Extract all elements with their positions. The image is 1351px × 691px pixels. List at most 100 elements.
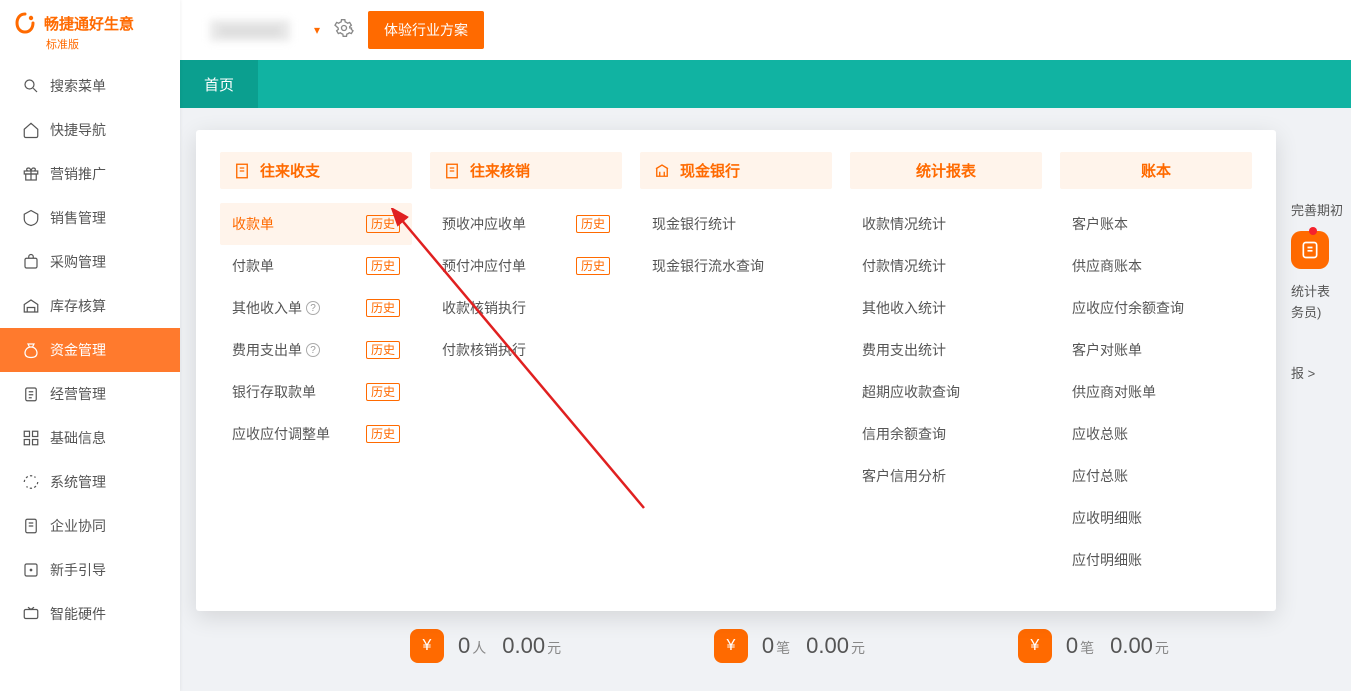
mm-item[interactable]: 其他收入统计	[850, 287, 1042, 329]
mm-item-label: 应付总账	[1072, 466, 1128, 486]
receipt-icon	[232, 161, 252, 181]
mm-item-label: 应收明细账	[1072, 508, 1142, 528]
mm-item[interactable]: 费用支出统计	[850, 329, 1042, 371]
sidebar-item-funds[interactable]: 资金管理	[0, 328, 180, 372]
history-button[interactable]: 历史	[576, 215, 610, 233]
sidebar-item-label: 新手引导	[50, 560, 106, 580]
mm-item-label: 银行存取款单	[232, 382, 316, 402]
mm-item[interactable]: 收款情况统计	[850, 203, 1042, 245]
mm-item[interactable]: 银行存取款单 历史	[220, 371, 412, 413]
mm-item-label: 应收应付余额查询	[1072, 298, 1184, 318]
mm-item[interactable]: 应付明细账	[1060, 539, 1252, 581]
sidebar: 畅捷通好生意 标准版 搜索菜单 快捷导航 营销推广 销售管理 采购管理 库存核算…	[0, 0, 180, 691]
mm-item[interactable]: 供应商账本	[1060, 245, 1252, 287]
brand-logo-icon	[12, 10, 38, 36]
history-button[interactable]: 历史	[366, 383, 400, 401]
mm-item[interactable]: 其他收入单?历史	[220, 287, 412, 329]
mm-col-balances: 往来收支 收款单历史付款单历史其他收入单?历史费用支出单?历史银行存取款单历史应…	[220, 152, 412, 581]
stat-count: 0	[458, 633, 470, 658]
history-button[interactable]: 历史	[576, 257, 610, 275]
mm-item[interactable]: 信用余额查询	[850, 413, 1042, 455]
sidebar-item-label: 搜索菜单	[50, 76, 106, 96]
stat-count: 0	[762, 633, 774, 658]
tab-home[interactable]: 首页	[180, 60, 258, 108]
sidebar-item-quick-nav[interactable]: 快捷导航	[0, 108, 180, 152]
mm-col-writeoff: 往来核销 预收冲应收单历史预付冲应付单历史收款核销执行付款核销执行	[430, 152, 622, 581]
mm-item-label: 付款单	[232, 256, 274, 276]
mm-item[interactable]: 付款情况统计	[850, 245, 1042, 287]
help-icon[interactable]: ?	[306, 343, 320, 357]
megamenu-funds: 往来收支 收款单历史付款单历史其他收入单?历史费用支出单?历史银行存取款单历史应…	[196, 130, 1276, 611]
mm-item[interactable]: 应收总账	[1060, 413, 1252, 455]
history-button[interactable]: 历史	[366, 299, 400, 317]
stat-amount-unit: 元	[547, 640, 561, 656]
mm-item[interactable]: 客户信用分析	[850, 455, 1042, 497]
mm-title-cash: 现金银行	[640, 152, 832, 189]
refresh-icon	[22, 473, 40, 491]
mm-item[interactable]: 付款核销执行	[430, 329, 622, 371]
sidebar-item-label: 库存核算	[50, 296, 106, 316]
sidebar-item-system[interactable]: 系统管理	[0, 460, 180, 504]
history-button[interactable]: 历史	[366, 425, 400, 443]
mm-item[interactable]: 客户对账单	[1060, 329, 1252, 371]
mm-item[interactable]: 现金银行统计	[640, 203, 832, 245]
mm-item[interactable]: 现金银行流水查询	[640, 245, 832, 287]
mm-col5-list: 客户账本供应商账本应收应付余额查询客户对账单供应商对账单应收总账应付总账应收明细…	[1060, 203, 1252, 581]
sidebar-item-label: 经营管理	[50, 384, 106, 404]
sidebar-item-label: 资金管理	[50, 340, 106, 360]
help-icon[interactable]: ?	[306, 301, 320, 315]
sidebar-item-sales[interactable]: 销售管理	[0, 196, 180, 240]
mm-item[interactable]: 收款单历史	[220, 203, 412, 245]
receipt-icon	[442, 161, 462, 181]
mm-item[interactable]: 超期应收款查询	[850, 371, 1042, 413]
stat-count: 0	[1066, 633, 1078, 658]
mm-item[interactable]: 应收应付余额查询	[1060, 287, 1252, 329]
sidebar-item-business[interactable]: 经营管理	[0, 372, 180, 416]
sidebar-item-search-menu[interactable]: 搜索菜单	[0, 64, 180, 108]
stat-card-3: ¥ 0笔0.00元	[1018, 629, 1322, 663]
right-clipped-panel: 完善期初 统计表 务员) 报 >	[1291, 200, 1351, 382]
history-button[interactable]: 历史	[366, 257, 400, 275]
mm-item[interactable]: 供应商对账单	[1060, 371, 1252, 413]
org-switcher[interactable]: xxxxxxxx	[200, 14, 300, 47]
sidebar-item-hardware[interactable]: 智能硬件	[0, 592, 180, 636]
mm-item[interactable]: 预收冲应收单历史	[430, 203, 622, 245]
sidebar-item-marketing[interactable]: 营销推广	[0, 152, 180, 196]
report-icon[interactable]	[1291, 231, 1329, 269]
mm-col-cash: 现金银行 现金银行统计现金银行流水查询	[640, 152, 832, 581]
sidebar-item-newbie[interactable]: 新手引导	[0, 548, 180, 592]
mm-item[interactable]: 应收明细账	[1060, 497, 1252, 539]
chevron-down-icon[interactable]: ▾	[314, 23, 320, 37]
mm-title-text: 往来收支	[260, 160, 320, 181]
sidebar-item-inventory[interactable]: 库存核算	[0, 284, 180, 328]
mm-item[interactable]: 费用支出单?历史	[220, 329, 412, 371]
sidebar-item-collab[interactable]: 企业协同	[0, 504, 180, 548]
mm-item-label: 现金银行统计	[652, 214, 736, 234]
mm-item[interactable]: 预付冲应付单历史	[430, 245, 622, 287]
gear-icon[interactable]	[334, 18, 354, 43]
mm-item[interactable]: 付款单 历史	[220, 245, 412, 287]
mm-item-label: 付款情况统计	[862, 256, 946, 276]
right-text-a: 完善期初	[1291, 200, 1343, 219]
mm-item[interactable]: 应付总账	[1060, 455, 1252, 497]
sidebar-item-label: 快捷导航	[50, 120, 106, 140]
sidebar-item-label: 企业协同	[50, 516, 106, 536]
mm-col-stats: 统计报表 收款情况统计付款情况统计其他收入统计费用支出统计超期应收款查询信用余额…	[850, 152, 1042, 581]
sidebar-item-label: 基础信息	[50, 428, 106, 448]
mm-col4-list: 收款情况统计付款情况统计其他收入统计费用支出统计超期应收款查询信用余额查询客户信…	[850, 203, 1042, 497]
history-button[interactable]: 历史	[366, 215, 400, 233]
mm-col1-list: 收款单历史付款单历史其他收入单?历史费用支出单?历史银行存取款单历史应收应付调整…	[220, 203, 412, 455]
mm-item[interactable]: 客户账本	[1060, 203, 1252, 245]
mm-item-label: 超期应收款查询	[862, 382, 960, 402]
sidebar-item-basic-info[interactable]: 基础信息	[0, 416, 180, 460]
stat-amount: 0.00	[502, 633, 545, 658]
brand-text: 畅捷通好生意	[44, 13, 134, 34]
cta-industry-plan[interactable]: 体验行业方案	[368, 11, 484, 49]
mm-item[interactable]: 应收应付调整单历史	[220, 413, 412, 455]
mm-item-label: 现金银行流水查询	[652, 256, 764, 276]
sidebar-item-purchase[interactable]: 采购管理	[0, 240, 180, 284]
mm-item[interactable]: 收款核销执行	[430, 287, 622, 329]
history-button[interactable]: 历史	[366, 341, 400, 359]
mm-col2-list: 预收冲应收单历史预付冲应付单历史收款核销执行付款核销执行	[430, 203, 622, 371]
search-icon	[22, 77, 40, 95]
